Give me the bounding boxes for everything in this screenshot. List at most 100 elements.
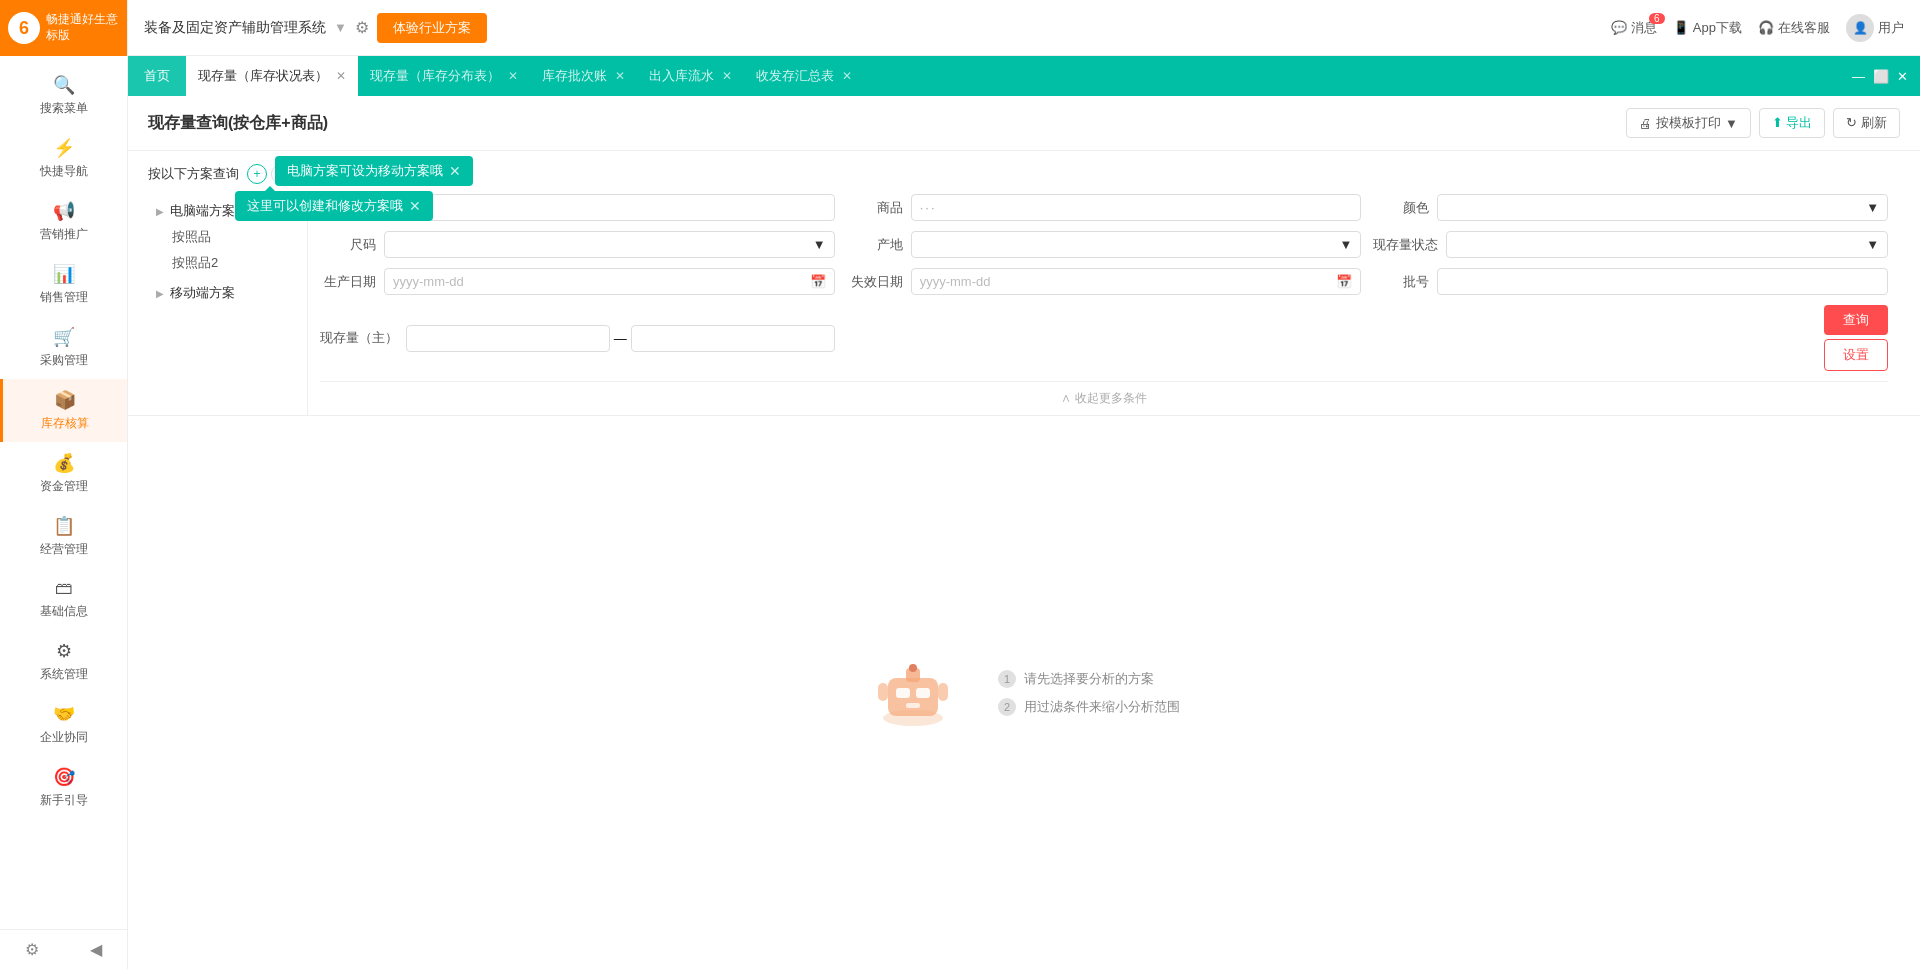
prod-date-calendar-icon[interactable]: 📅 [810,274,826,289]
sidebar-item-operations[interactable]: 📋 经营管理 [0,505,127,568]
scheme-item-1[interactable]: 按照品 [148,224,307,250]
tab-inventory-dist[interactable]: 现存量（库存分布表） ✕ [358,56,530,96]
sidebar-item-enterprise[interactable]: 🤝 企业协同 [0,693,127,756]
content-area: 现存量查询(按仓库+商品) 🖨 按模板打印 ▼ ⬆ 导出 ↻ 刷新 [128,96,1920,969]
svg-rect-7 [878,683,888,701]
template-print-btn[interactable]: 🖨 按模板打印 ▼ [1626,108,1751,138]
desktop-scheme-toggle: ▶ [156,206,164,217]
size-select[interactable]: ▼ [384,231,835,258]
inventory-icon: 📦 [54,389,76,411]
refresh-icon: ↻ [1846,115,1857,130]
mobile-scheme-header[interactable]: ▶ 移动端方案 [148,280,307,306]
system-title: 装备及固定资产辅助管理系统 [144,19,326,37]
warehouse-select[interactable]: ··· [384,194,835,221]
filter-field-prod-date: 生产日期 yyyy-mm-dd 📅 [320,268,835,295]
filter-main: ▶ 电脑端方案 按照品 按照品2 ▶ 移动端方案 [148,194,1900,415]
collapse-bar[interactable]: ∧ 收起更多条件 [320,381,1888,415]
svg-rect-4 [906,703,920,708]
sidebar-nav: 🔍 搜索菜单 ⚡ 快捷导航 📢 营销推广 📊 销售管理 🛒 采购管理 📦 库存核… [0,56,127,929]
page-header: 现存量查询(按仓库+商品) 🖨 按模板打印 ▼ ⬆ 导出 ↻ 刷新 [128,96,1920,151]
inv-main-label: 现存量（主） [320,329,398,347]
filter-field-exp-date: 失效日期 yyyy-mm-dd 📅 [847,268,1362,295]
tab-collect-summary-close[interactable]: ✕ [842,69,852,83]
empty-state-text: 1 请先选择要分析的方案 2 用过滤条件来缩小分析范围 [998,670,1180,716]
finance-icon: 💰 [53,452,75,474]
sidebar-item-system[interactable]: ⚙ 系统管理 [0,630,127,693]
inv-status-select[interactable]: ▼ [1446,231,1888,258]
origin-select[interactable]: ▼ [911,231,1362,258]
trial-btn[interactable]: 体验行业方案 [377,13,487,43]
product-select[interactable]: ··· [911,194,1362,221]
sidebar-item-purchase[interactable]: 🛒 采购管理 [0,316,127,379]
color-select[interactable]: ▼ [1437,194,1888,221]
sidebar-item-quick-nav[interactable]: ⚡ 快捷导航 [0,127,127,190]
scheme-item-2[interactable]: 按照品2 [148,250,307,276]
tab-batch-ledger[interactable]: 库存批次账 ✕ [530,56,637,96]
sidebar-item-basic[interactable]: 🗃 基础信息 [0,568,127,630]
add-scheme-container: + 电脑方案可设为移动方案哦 ✕ [247,164,267,184]
inv-main-range: — [406,325,835,352]
inv-main-from[interactable] [406,325,610,352]
messages-btn[interactable]: 💬 消息 6 [1611,19,1657,37]
app-download-btn[interactable]: 📱 App下载 [1673,19,1742,37]
tab-collect-summary[interactable]: 收发存汇总表 ✕ [744,56,864,96]
color-label: 颜色 [1373,199,1429,217]
filter-field-inv-main: 现存量（主） — [320,305,835,371]
search-btn[interactable]: 查询 [1824,305,1888,335]
exp-date-input[interactable]: yyyy-mm-dd 📅 [911,268,1362,295]
page-actions: 🖨 按模板打印 ▼ ⬆ 导出 ↻ 刷新 [1626,108,1900,138]
tab-home[interactable]: 首页 [128,56,186,96]
main-content: 1 请先选择要分析的方案 2 用过滤条件来缩小分析范围 [128,416,1920,969]
filter-header: 按以下方案查询 + 电脑方案可设为移动方案哦 ✕ ✎ [148,163,1900,184]
svg-rect-8 [938,683,948,701]
batch-input[interactable] [1437,268,1888,295]
mobile-scheme-toggle: ▶ [156,288,164,299]
message-icon: 💬 [1611,20,1627,35]
tab-in-out-flow[interactable]: 出入库流水 ✕ [637,56,744,96]
inv-main-to[interactable] [631,325,835,352]
tab-inventory-status[interactable]: 现存量（库存状况表） ✕ [186,56,358,96]
filter-field-batch: 批号 [1373,268,1888,295]
tooltip1-close[interactable]: ✕ [449,163,461,179]
tab-inventory-status-close[interactable]: ✕ [336,69,346,83]
sidebar-collapse-btn[interactable]: ◀ [90,940,102,959]
tooltip2-close[interactable]: ✕ [409,198,421,214]
topbar-settings-icon[interactable]: ⚙ [355,18,369,37]
sidebar-item-inventory[interactable]: 📦 库存核算 [0,379,127,442]
online-support-btn[interactable]: 🎧 在线客服 [1758,19,1830,37]
tooltip1: 电脑方案可设为移动方案哦 ✕ [275,156,473,186]
sales-icon: 📊 [53,263,75,285]
tab-inventory-dist-close[interactable]: ✕ [508,69,518,83]
empty-state-container: 1 请先选择要分析的方案 2 用过滤条件来缩小分析范围 [868,648,1180,738]
sidebar-settings-btn[interactable]: ⚙ [25,940,39,959]
logo: 6 畅捷通好生意 标版 [0,0,127,56]
window-maximize-btn[interactable]: ⬜ [1873,69,1889,84]
logo-icon: 6 [8,12,40,44]
system-icon: ⚙ [56,640,72,662]
origin-label: 产地 [847,236,903,254]
topbar-right: 💬 消息 6 📱 App下载 🎧 在线客服 👤 用户 Ea [1611,14,1904,42]
window-minimize-btn[interactable]: — [1852,69,1865,84]
sidebar-item-sales[interactable]: 📊 销售管理 [0,253,127,316]
tab-batch-ledger-close[interactable]: ✕ [615,69,625,83]
export-btn[interactable]: ⬆ 导出 [1759,108,1826,138]
product-dots: ··· [920,200,937,215]
sidebar-item-guide[interactable]: 🎯 新手引导 [0,756,127,819]
system-title-dropdown-icon[interactable]: ▼ [334,20,347,35]
prod-date-input[interactable]: yyyy-mm-dd 📅 [384,268,835,295]
add-scheme-btn[interactable]: + [247,164,267,184]
tab-in-out-flow-close[interactable]: ✕ [722,69,732,83]
window-close-btn[interactable]: ✕ [1897,69,1908,84]
topbar-left: 装备及固定资产辅助管理系统 ▼ ⚙ 体验行业方案 [144,13,487,43]
refresh-btn[interactable]: ↻ 刷新 [1833,108,1900,138]
sidebar-item-search-menu[interactable]: 🔍 搜索菜单 [0,64,127,127]
user-menu-btn[interactable]: 👤 用户 Ea [1846,14,1904,42]
filter-fields-panel: 仓库 ··· 商品 ··· 颜色 [308,194,1900,415]
settings-btn[interactable]: 设置 [1824,339,1888,371]
sidebar-item-marketing[interactable]: 📢 营销推广 [0,190,127,253]
sidebar: 6 畅捷通好生意 标版 🔍 搜索菜单 ⚡ 快捷导航 📢 营销推广 📊 销售管理 … [0,0,128,969]
exp-date-calendar-icon[interactable]: 📅 [1336,274,1352,289]
empty-step-2: 2 用过滤条件来缩小分析范围 [998,698,1180,716]
basic-icon: 🗃 [55,578,73,599]
sidebar-item-finance[interactable]: 💰 资金管理 [0,442,127,505]
